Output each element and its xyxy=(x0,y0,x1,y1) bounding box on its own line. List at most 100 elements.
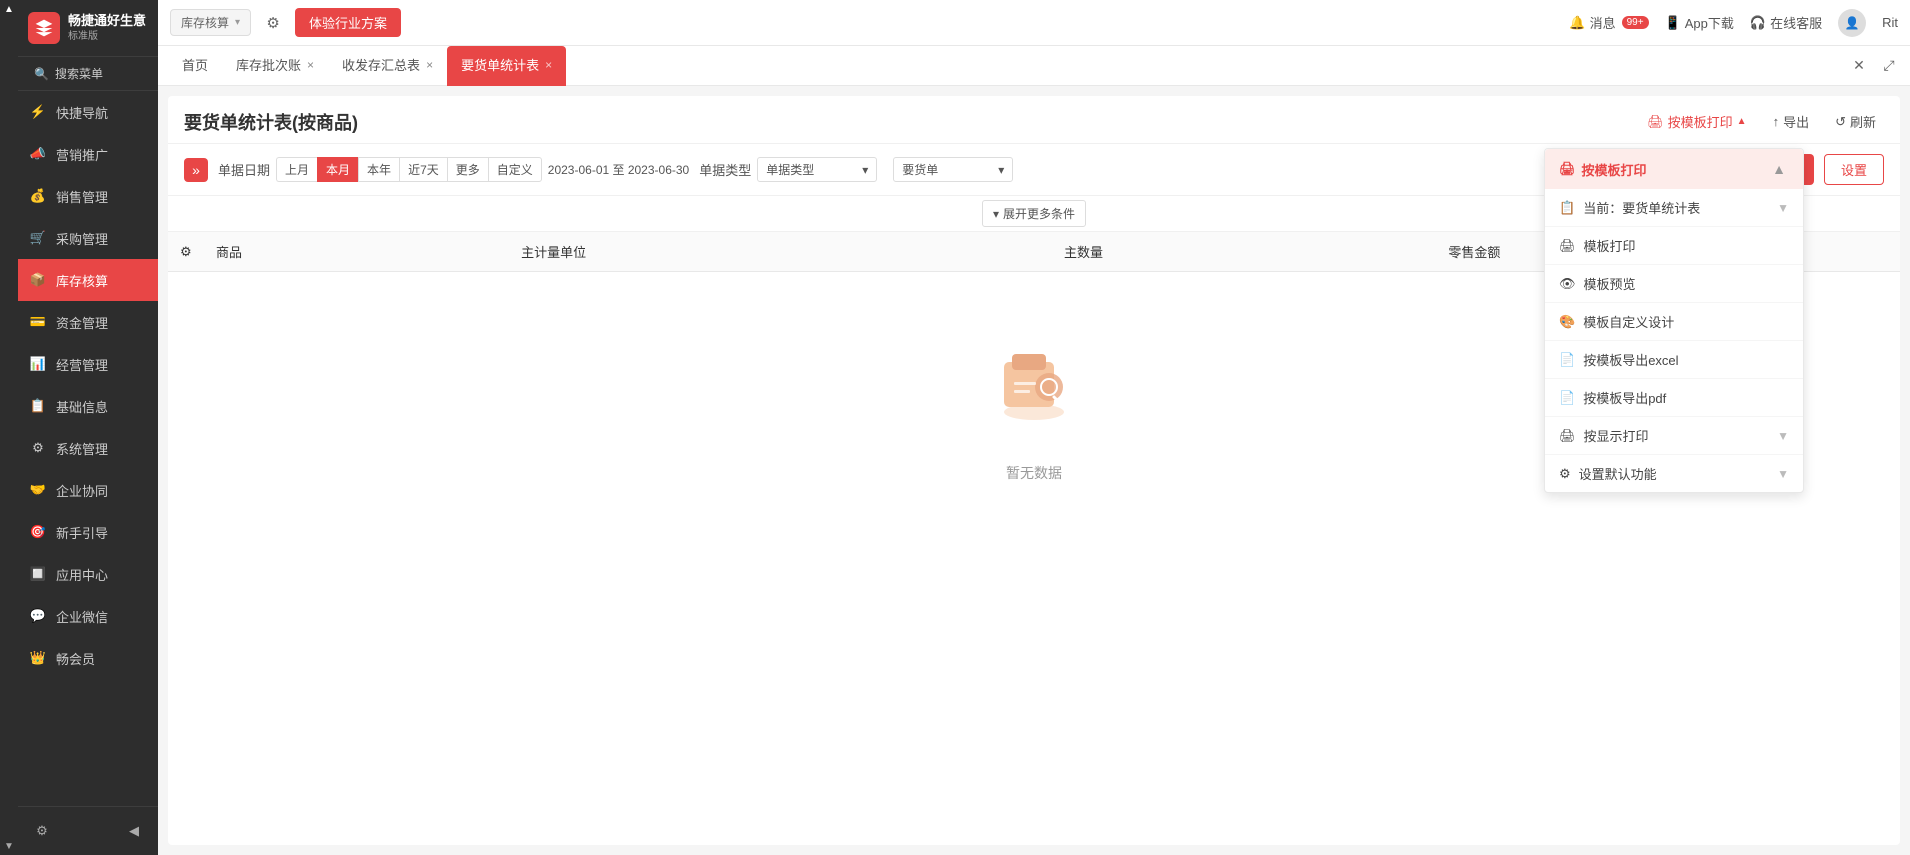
sidebar-item-newbie[interactable]: 🎯 新手引导 xyxy=(18,511,158,553)
mobile-icon: 📱 xyxy=(1665,15,1681,31)
dropdown-export-excel[interactable]: 📄 按模板导出excel xyxy=(1545,341,1803,379)
date-btn-7days[interactable]: 近7天 xyxy=(399,157,447,182)
sidebar-item-finance[interactable]: 💳 资金管理 xyxy=(18,301,158,343)
user-avatar[interactable]: 👤 xyxy=(1838,9,1866,37)
select-chevron-icon: ▾ xyxy=(862,163,868,177)
wechat-icon: 💬 xyxy=(28,606,48,626)
sidebar-item-wechat[interactable]: 💬 企业微信 xyxy=(18,595,158,637)
order-category-select[interactable]: 要货单 ▾ xyxy=(893,157,1013,182)
sidebar-item-operations[interactable]: 📊 经营管理 xyxy=(18,343,158,385)
print-btn[interactable]: 🖨 按模板打印 ▲ xyxy=(1639,108,1754,135)
dropdown-template-design[interactable]: 🎨 模板自定义设计 xyxy=(1545,303,1803,341)
tab-collection-summary[interactable]: 收发存汇总表 × xyxy=(328,46,447,86)
date-filter-label: 单据日期 xyxy=(218,160,270,179)
sidebar-item-app-center[interactable]: 🔲 应用中心 xyxy=(18,553,158,595)
th-unit: 主计量单位 xyxy=(509,232,1052,272)
date-btn-this-year[interactable]: 本年 xyxy=(358,157,399,182)
enterprise-icon: 🤝 xyxy=(28,480,48,500)
date-btn-this-month[interactable]: 本月 xyxy=(317,157,358,182)
setting-btn[interactable]: 设置 xyxy=(1824,154,1884,185)
app-download-btn[interactable]: 📱 App下载 xyxy=(1665,13,1734,32)
page-title: 要货单统计表(按商品) xyxy=(184,109,1639,135)
page-actions: 🖨 按模板打印 ▲ ↑ 导出 ↺ 刷新 xyxy=(1639,108,1884,135)
finance-icon: 💳 xyxy=(28,312,48,332)
printer-icon: 🖨 xyxy=(1647,114,1664,130)
display-print-arrow-icon: ▼ xyxy=(1777,429,1789,443)
newbie-icon: 🎯 xyxy=(28,522,48,542)
dropdown-template-print[interactable]: 🖨 模板打印 xyxy=(1545,227,1803,265)
sidebar-item-member[interactable]: 👑 畅会员 xyxy=(18,637,158,679)
sidebar-item-marketing[interactable]: 📣 营销推广 xyxy=(18,133,158,175)
sidebar-item-inventory[interactable]: 📦 库存核算 xyxy=(18,259,158,301)
sidebar-search[interactable]: 🔍 搜索菜单 xyxy=(18,57,158,91)
date-btn-more[interactable]: 更多 xyxy=(447,157,488,182)
sidebar-item-enterprise[interactable]: 🤝 企业协同 xyxy=(18,469,158,511)
tab-order-stats[interactable]: 要货单统计表 × xyxy=(447,46,566,86)
expand-more-btn[interactable]: ▾ 展开更多条件 xyxy=(982,200,1086,227)
dropdown-display-print[interactable]: 🖨 按显示打印 ▼ xyxy=(1545,417,1803,455)
date-range-display: 2023-06-01 至 2023-06-30 xyxy=(548,161,689,178)
dropdown-set-default[interactable]: ⚙ 设置默认功能 ▼ xyxy=(1545,455,1803,492)
date-range-buttons: 上月 本月 本年 近7天 更多 自定义 xyxy=(276,157,542,182)
dropdown-current[interactable]: 📋 当前：要货单统计表 ▼ xyxy=(1545,189,1803,227)
tab-close-order-stats[interactable]: × xyxy=(545,58,552,72)
dropdown-close-btn[interactable]: ▲ xyxy=(1769,159,1789,179)
tabbar: 首页 库存批次账 × 收发存汇总表 × 要货单统计表 × ✕ ⤢ xyxy=(158,46,1910,86)
search-icon: 🔍 xyxy=(34,67,49,81)
refresh-icon: ↺ xyxy=(1835,114,1846,130)
order-type-label: 单据类型 xyxy=(699,160,751,179)
logo-icon xyxy=(28,12,60,44)
export-btn[interactable]: ↑ 导出 xyxy=(1765,108,1818,135)
tab-home[interactable]: 首页 xyxy=(168,46,222,86)
sidebar: 畅捷通好生意 标准版 🔍 搜索菜单 ⚡ 快捷导航 📣 营销推广 💰 销售管理 🛒… xyxy=(18,0,158,855)
filter-category-section: 要货单 ▾ xyxy=(887,157,1013,182)
inventory-icon: 📦 xyxy=(28,270,48,290)
sidebar-item-purchase[interactable]: 🛒 采购管理 xyxy=(18,217,158,259)
printer-dropdown-icon: 🖨 xyxy=(1559,161,1576,177)
sidebar-item-system[interactable]: ⚙ 系统管理 xyxy=(18,427,158,469)
sidebar-logo: 畅捷通好生意 标准版 xyxy=(18,0,158,57)
topbar-left: 库存核算 ▾ ⚙ 体验行业方案 xyxy=(170,8,1569,37)
app-center-icon: 🔲 xyxy=(28,564,48,584)
dropdown-template-preview[interactable]: 👁 模板预览 xyxy=(1545,265,1803,303)
dropdown-export-pdf[interactable]: 📄 按模板导出pdf xyxy=(1545,379,1803,417)
online-support-btn[interactable]: 🎧 在线客服 xyxy=(1750,13,1822,32)
scroll-up-arrow[interactable]: ▲ xyxy=(0,0,18,18)
member-icon: 👑 xyxy=(28,648,48,668)
table-settings-icon[interactable]: ⚙ xyxy=(180,244,192,259)
topbar-right: 🔔 消息 99+ 📱 App下载 🎧 在线客服 👤 Rit xyxy=(1569,9,1898,37)
notifications-btn[interactable]: 🔔 消息 99+ xyxy=(1569,13,1648,32)
template-preview-icon: 👁 xyxy=(1559,276,1576,292)
page-card: 要货单统计表(按商品) 🖨 按模板打印 ▲ ↑ 导出 ↺ 刷新 xyxy=(168,96,1900,845)
date-btn-last-month[interactable]: 上月 xyxy=(276,157,317,182)
username-label[interactable]: Rit xyxy=(1882,15,1898,30)
sidebar-scroll-left: ▲ ▼ xyxy=(0,0,18,855)
purchase-icon: 🛒 xyxy=(28,228,48,248)
sidebar-item-sales[interactable]: 💰 销售管理 xyxy=(18,175,158,217)
sidebar-item-quick-nav[interactable]: ⚡ 快捷导航 xyxy=(18,91,158,133)
content-area: 要货单统计表(按商品) 🖨 按模板打印 ▲ ↑ 导出 ↺ 刷新 xyxy=(158,86,1910,855)
window-close-btn[interactable]: ✕ xyxy=(1848,55,1870,77)
settings-footer-btn[interactable]: ⚙ xyxy=(28,817,56,845)
order-type-select[interactable]: 单据类型 ▾ xyxy=(757,157,877,182)
window-maximize-btn[interactable]: ⤢ xyxy=(1878,55,1900,77)
date-btn-custom[interactable]: 自定义 xyxy=(488,157,542,182)
collapse-footer-btn[interactable]: ◀ xyxy=(120,817,148,845)
tab-close-collection-summary[interactable]: × xyxy=(426,58,433,72)
scroll-down-arrow[interactable]: ▼ xyxy=(0,837,18,855)
filter-collapse-btn[interactable]: » xyxy=(184,158,208,182)
headset-icon: 🎧 xyxy=(1750,15,1766,31)
refresh-btn[interactable]: ↺ 刷新 xyxy=(1827,108,1884,135)
tab-batch-account[interactable]: 库存批次账 × xyxy=(222,46,328,86)
set-default-arrow-icon: ▼ xyxy=(1777,467,1789,481)
print-chevron-up-icon: ▲ xyxy=(1737,116,1747,127)
trial-btn[interactable]: 体验行业方案 xyxy=(295,8,401,37)
breadcrumb[interactable]: 库存核算 ▾ xyxy=(170,9,251,36)
topbar-gear-btn[interactable]: ⚙ xyxy=(259,9,287,37)
th-goods: 商品 xyxy=(204,232,509,272)
th-quantity: 主数量 xyxy=(1052,232,1436,272)
sidebar-item-basic-info[interactable]: 📋 基础信息 xyxy=(18,385,158,427)
tab-close-batch-account[interactable]: × xyxy=(307,58,314,72)
notification-badge: 99+ xyxy=(1622,16,1649,29)
th-settings: ⚙ xyxy=(168,232,204,272)
